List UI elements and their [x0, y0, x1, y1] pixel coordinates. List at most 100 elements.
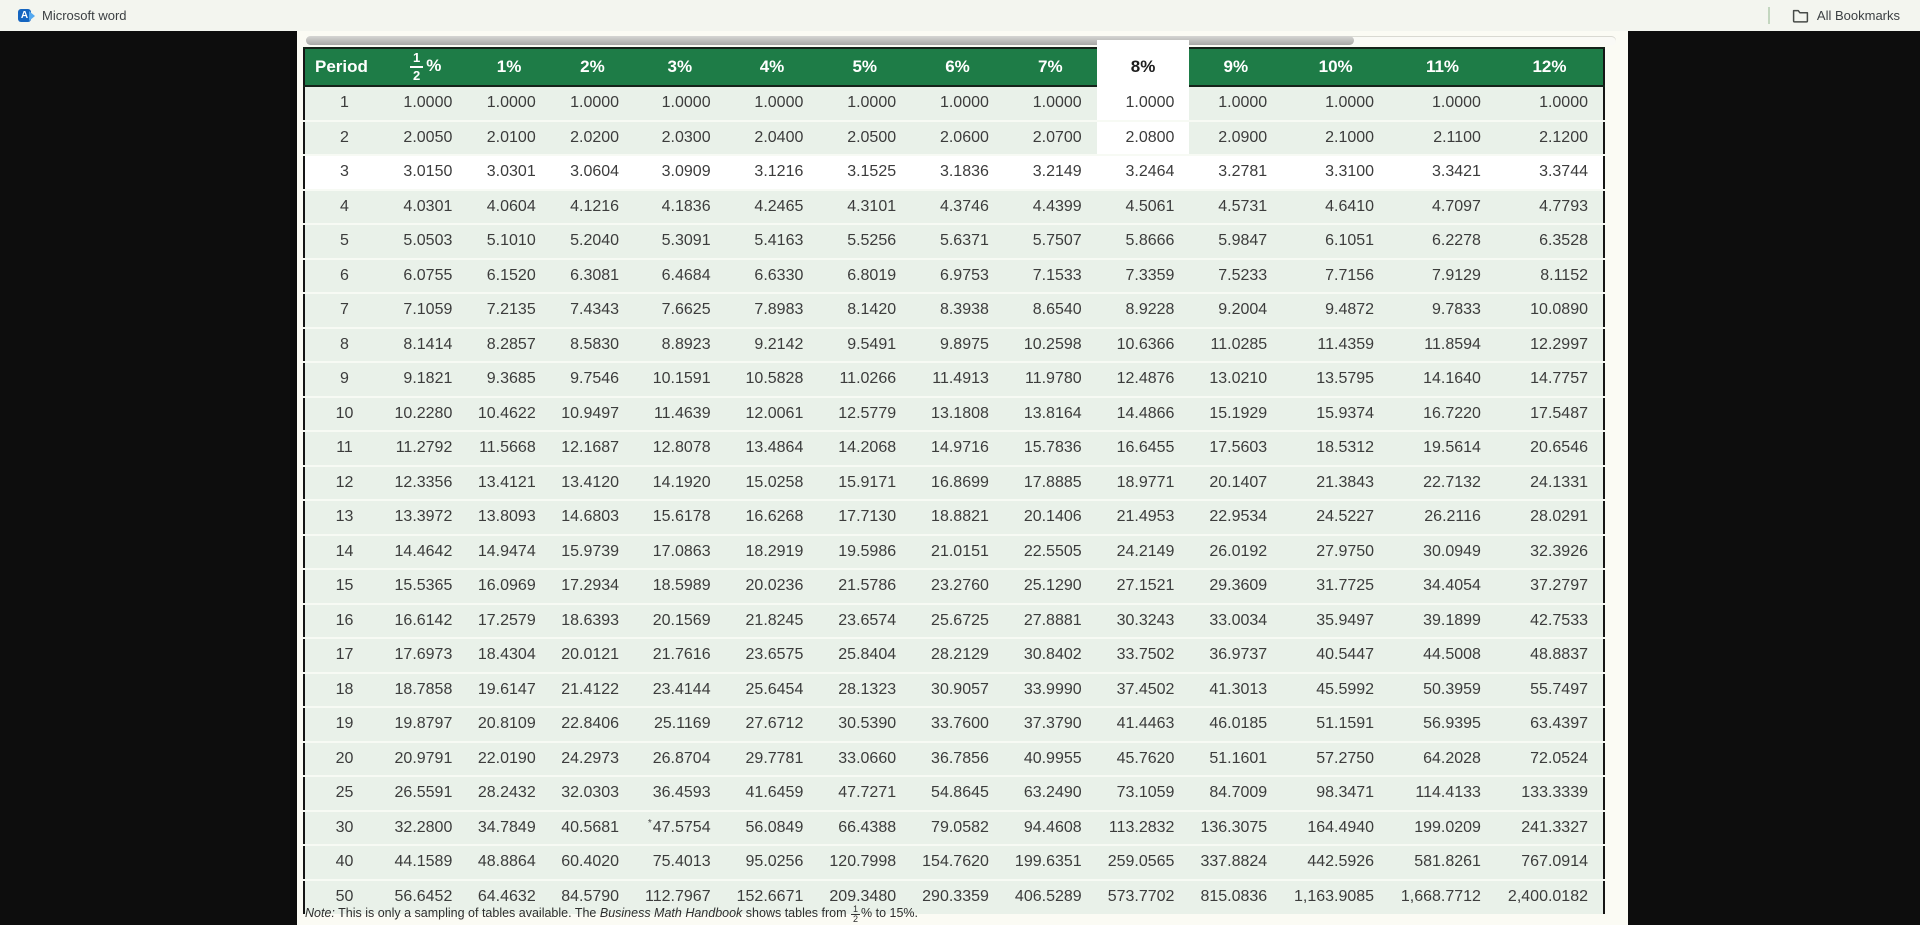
value-cell: 19.6147: [467, 672, 551, 708]
value-cell: 18.4304: [467, 638, 551, 674]
value-cell: 12.3356: [384, 465, 468, 501]
value-cell: 26.8704: [634, 741, 726, 777]
value-cell: 21.5786: [818, 569, 912, 605]
value-cell: 24.2149: [1096, 534, 1190, 570]
horizontal-scrollbar-thumb[interactable]: [306, 36, 1354, 45]
value-cell: 9.2142: [725, 327, 819, 363]
value-cell: 37.2797: [1495, 569, 1604, 605]
value-cell: 30.3243: [1096, 603, 1190, 639]
value-cell: 11.4639: [634, 396, 726, 432]
value-cell: 32.3926: [1495, 534, 1604, 570]
value-cell: 14.4866: [1096, 396, 1190, 432]
value-cell: 57.2750: [1282, 741, 1390, 777]
value-cell: 10.6366: [1096, 327, 1190, 363]
value-cell: 20.1406: [1003, 500, 1097, 536]
value-cell: 7.4343: [550, 293, 635, 329]
value-cell: 11.0266: [818, 362, 912, 398]
value-cell: 11.8594: [1389, 327, 1496, 363]
value-cell: 14.1920: [634, 465, 726, 501]
value-cell: 15.9171: [818, 465, 912, 501]
value-cell: 33.9990: [1003, 672, 1097, 708]
value-cell: 44.1589: [384, 845, 468, 881]
period-cell: 14: [304, 534, 384, 570]
value-cell: 3.2149: [1003, 155, 1097, 191]
value-cell: 51.1601: [1189, 741, 1283, 777]
value-cell: 1.0000: [1282, 86, 1390, 122]
value-cell: 25.1290: [1003, 569, 1097, 605]
value-cell: 3.2464: [1096, 155, 1190, 191]
value-cell: 1.0000: [1495, 86, 1604, 122]
value-cell: 5.8666: [1096, 224, 1190, 260]
col-header-7pct: 7%: [1003, 47, 1097, 87]
value-cell: 55.7497: [1495, 672, 1604, 708]
bookmark-label: Microsoft word: [42, 8, 127, 23]
value-cell: 23.2760: [911, 569, 1004, 605]
value-cell: 75.4013: [634, 845, 726, 881]
document-page: Period 1 2% 1% 2% 3% 4% 5% 6% 7% 8% 9% 10% 11% 12% 1 1.…: [297, 31, 1628, 925]
all-bookmarks-button[interactable]: All Bookmarks: [1784, 5, 1908, 26]
value-cell: 94.4608: [1003, 810, 1097, 846]
period-cell: 20: [304, 741, 384, 777]
value-cell: 36.9737: [1189, 638, 1283, 674]
value-cell: 56.0849: [725, 810, 819, 846]
value-cell: 18.5312: [1282, 431, 1390, 467]
period-cell: 16: [304, 603, 384, 639]
value-cell: 1.0000: [1096, 86, 1190, 122]
value-cell: 6.2278: [1389, 224, 1496, 260]
value-cell: 113.2832: [1096, 810, 1190, 846]
value-cell: 20.6546: [1495, 431, 1604, 467]
value-cell: 14.6803: [550, 500, 635, 536]
value-cell: 63.4397: [1495, 707, 1604, 743]
value-cell: 9.2004: [1189, 293, 1283, 329]
value-cell: 23.6575: [725, 638, 819, 674]
col-header-2pct: 2%: [550, 47, 635, 87]
table-row-period-10: 10 10.2280 10.4622 10.9497 11.4639 12.0061 12.…: [304, 396, 1604, 432]
value-cell: 15.6178: [634, 500, 726, 536]
table-row-period-9: 9 9.1821 9.3685 9.7546 10.1591 10.5828 11.0266…: [304, 362, 1604, 398]
value-cell: 2.0200: [550, 120, 635, 156]
table-row-period-8: 8 8.1414 8.2857 8.5830 8.8923 9.2142 9.5491 9.8…: [304, 327, 1604, 363]
value-cell: 16.6142: [384, 603, 468, 639]
value-cell: 2.0400: [725, 120, 819, 156]
value-cell: 199.0209: [1389, 810, 1496, 846]
table-row-period-20: 20 20.9791 22.0190 24.2973 26.8704 29.7781 33.…: [304, 741, 1604, 777]
value-cell: 7.2135: [467, 293, 551, 329]
horizontal-scrollbar-track[interactable]: [306, 36, 1616, 45]
footnote-book-title: Business Math Handbook: [599, 906, 743, 920]
period-cell: 7: [304, 293, 384, 329]
col-header-6pct: 6%: [911, 47, 1004, 87]
value-cell: 17.5603: [1189, 431, 1283, 467]
value-cell: 47.7271: [818, 776, 912, 812]
value-cell: 6.0755: [384, 258, 468, 294]
value-cell: 30.0949: [1389, 534, 1496, 570]
value-cell: 3.3421: [1389, 155, 1496, 191]
value-cell: 13.1808: [911, 396, 1004, 432]
value-cell: 13.4864: [725, 431, 819, 467]
value-cell: 7.1533: [1003, 258, 1097, 294]
table-row-period-18: 18 18.7858 19.6147 21.4122 23.4144 25.6454 28.…: [304, 672, 1604, 708]
value-cell: 1.0000: [1003, 86, 1097, 122]
table-row-period-14: 14 14.4642 14.9474 15.9739 17.0863 18.2919 19.…: [304, 534, 1604, 570]
bookmark-microsoft-word[interactable]: A Microsoft word: [10, 5, 135, 27]
value-cell: 36.4593: [634, 776, 726, 812]
value-cell: 21.8245: [725, 603, 819, 639]
value-cell: 2.0100: [467, 120, 551, 156]
value-cell: 10.0890: [1495, 293, 1604, 329]
table-row-period-5: 5 5.0503 5.1010 5.2040 5.3091 5.4163 5.5256 5.6…: [304, 224, 1604, 260]
value-cell: 2,400.0182: [1495, 879, 1604, 914]
value-cell: 9.4872: [1282, 293, 1390, 329]
value-cell: 10.1591: [634, 362, 726, 398]
col-header-9pct: 9%: [1189, 47, 1283, 87]
value-cell: 50.3959: [1389, 672, 1496, 708]
value-cell: 3.1836: [911, 155, 1004, 191]
all-bookmarks-label: All Bookmarks: [1816, 8, 1900, 23]
col-header-period: Period: [304, 47, 384, 87]
value-cell: 4.6410: [1282, 189, 1390, 225]
period-cell: 2: [304, 120, 384, 156]
value-cell: 3.2781: [1189, 155, 1283, 191]
period-cell: 30: [304, 810, 384, 846]
value-cell: 27.9750: [1282, 534, 1390, 570]
folder-icon: [1792, 8, 1809, 23]
value-cell: 164.4940: [1282, 810, 1390, 846]
value-cell: 4.3746: [911, 189, 1004, 225]
